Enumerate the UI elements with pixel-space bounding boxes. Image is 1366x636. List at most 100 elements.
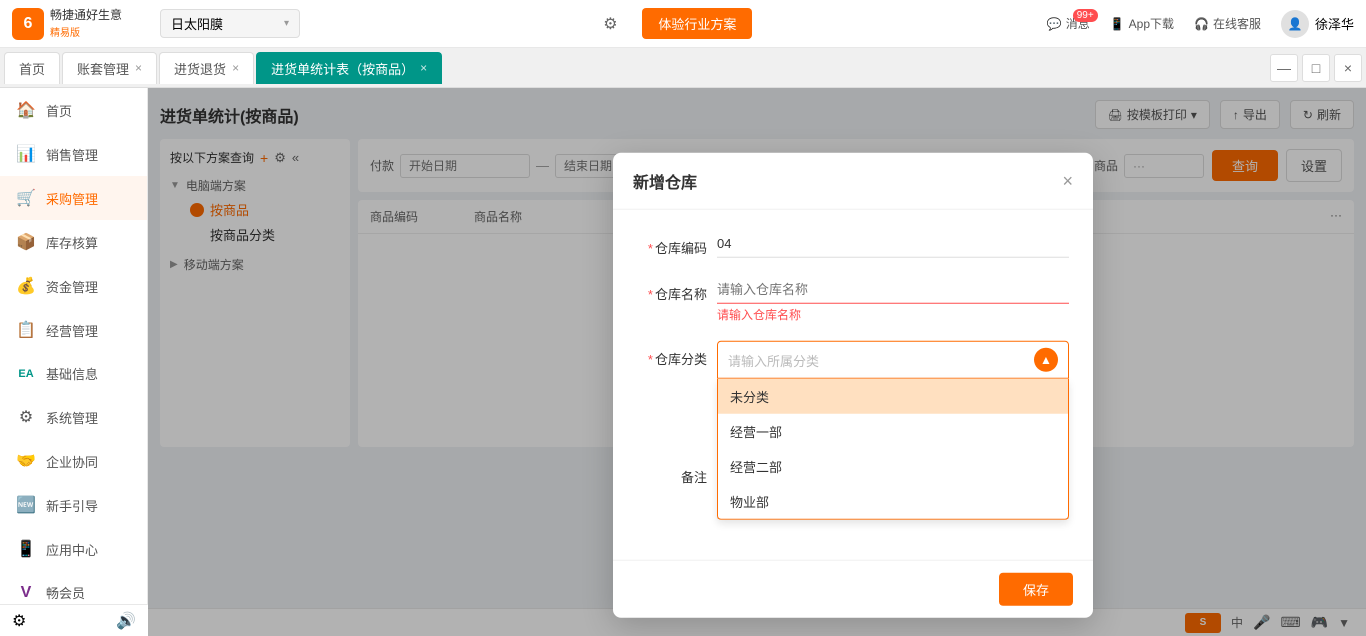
home-icon: 🏠 — [16, 100, 36, 120]
warehouse-category-field: 请输入所属分类 ▲ 未分类 经营一部 经营二部 物业部 — [717, 341, 1069, 379]
tab-maximize-button[interactable]: □ — [1302, 54, 1330, 82]
warehouse-category-selector[interactable]: 请输入所属分类 ▲ — [717, 341, 1069, 379]
sidebar-item-basic-info[interactable]: EA 基础信息 — [0, 352, 147, 395]
app-icon: 📱 — [1110, 17, 1125, 31]
service-label: 在线客服 — [1213, 15, 1261, 32]
sidebar-bottom: ⚙ 🔊 — [0, 604, 148, 636]
tab-home[interactable]: 首页 — [4, 52, 60, 84]
tab-purchase-stats-close[interactable]: × — [420, 61, 427, 75]
message-icon: 💬 — [1047, 17, 1062, 31]
warehouse-name-field: 请输入仓库名称 — [717, 276, 1069, 323]
dropdown-item-dept1[interactable]: 经营一部 — [718, 414, 1068, 449]
headset-icon: 🎧 — [1194, 17, 1209, 31]
sidebar-item-inventory[interactable]: 📦 库存核算 — [0, 220, 147, 264]
warehouse-name-label: *仓库名称 — [637, 276, 717, 303]
dialog-header: 新增仓库 × — [613, 153, 1093, 210]
inventory-icon: 📦 — [16, 232, 36, 252]
warehouse-code-label: *仓库编码 — [637, 230, 717, 257]
sidebar-item-purchase[interactable]: 🛒 采购管理 — [0, 176, 147, 220]
save-button[interactable]: 保存 — [999, 573, 1073, 606]
main-layout: 🏠 首页 📊 销售管理 🛒 采购管理 📦 库存核算 💰 资金管理 📋 经营管理 … — [0, 88, 1366, 636]
warehouse-note-label: 备注 — [637, 459, 717, 486]
system-icon: ⚙ — [16, 407, 36, 427]
sidebar: 🏠 首页 📊 销售管理 🛒 采购管理 📦 库存核算 💰 资金管理 📋 经营管理 … — [0, 88, 148, 636]
top-header: 6 畅捷通好生意 精易版 日太阳膜 ▾ ⚙ 体验行业方案 💬 消息 99+ 📱 … — [0, 0, 1366, 48]
user-area[interactable]: 👤 徐泽华 — [1281, 10, 1354, 38]
sidebar-item-home-label: 首页 — [46, 101, 72, 120]
new-warehouse-dialog: 新增仓库 × *仓库编码 *仓库名称 — [613, 153, 1093, 618]
store-selector[interactable]: 日太阳膜 ▾ — [160, 9, 300, 38]
tab-minimize-button[interactable]: — — [1270, 54, 1298, 82]
sidebar-item-operations[interactable]: 📋 经营管理 — [0, 308, 147, 352]
tab-purchase-return-close[interactable]: × — [232, 61, 239, 75]
dialog-footer: 保存 — [613, 560, 1093, 618]
finance-icon: 💰 — [16, 276, 36, 296]
category-up-arrow[interactable]: ▲ — [1034, 348, 1058, 372]
warehouse-code-field — [717, 230, 1069, 258]
sidebar-item-finance[interactable]: 💰 资金管理 — [0, 264, 147, 308]
dropdown-item-dept2[interactable]: 经营二部 — [718, 449, 1068, 484]
sidebar-item-enterprise[interactable]: 🤝 企业协同 — [0, 439, 147, 483]
settings-icon-bottom[interactable]: ⚙ — [12, 611, 26, 631]
warehouse-category-label: *仓库分类 — [637, 341, 717, 368]
purchase-icon: 🛒 — [16, 188, 36, 208]
chevron-down-icon: ▾ — [284, 18, 289, 29]
sidebar-item-guide[interactable]: 🆕 新手引导 — [0, 483, 147, 527]
store-name: 日太阳膜 — [171, 14, 223, 33]
sidebar-item-vip-label: 畅会员 — [46, 583, 85, 602]
tab-purchase-stats-label: 进货单统计表（按商品） — [271, 59, 414, 78]
tab-account-label: 账套管理 — [77, 59, 129, 78]
logo-area: 6 畅捷通好生意 精易版 — [12, 8, 160, 40]
sidebar-item-home[interactable]: 🏠 首页 — [0, 88, 147, 132]
tab-home-label: 首页 — [19, 59, 45, 78]
sidebar-item-system[interactable]: ⚙ 系统管理 — [0, 395, 147, 439]
warehouse-name-error: 请输入仓库名称 — [717, 306, 1069, 323]
sidebar-item-basic-info-label: 基础信息 — [46, 364, 98, 383]
dialog-title: 新增仓库 — [633, 169, 697, 193]
sidebar-item-app-center[interactable]: 📱 应用中心 — [0, 527, 147, 571]
logo-sub: 精易版 — [50, 24, 122, 39]
dropdown-item-uncategorized[interactable]: 未分类 — [718, 379, 1068, 414]
sidebar-item-system-label: 系统管理 — [46, 408, 98, 427]
sidebar-item-sales-label: 销售管理 — [46, 145, 98, 164]
header-right: 💬 消息 99+ 📱 App下载 🎧 在线客服 👤 徐泽华 — [1047, 10, 1354, 38]
tab-purchase-stats[interactable]: 进货单统计表（按商品） × — [256, 52, 442, 84]
online-service-button[interactable]: 🎧 在线客服 — [1194, 15, 1261, 32]
app-label: App下载 — [1129, 15, 1174, 32]
tab-bar: 首页 账套管理 × 进货退货 × 进货单统计表（按商品） × — □ × — [0, 48, 1366, 88]
category-dropdown: 未分类 经营一部 经营二部 物业部 — [717, 379, 1069, 520]
volume-icon[interactable]: 🔊 — [116, 611, 136, 631]
basic-info-icon: EA — [16, 368, 36, 380]
app-download-button[interactable]: 📱 App下载 — [1110, 15, 1174, 32]
warehouse-code-input[interactable] — [717, 230, 1069, 258]
tab-purchase-return[interactable]: 进货退货 × — [159, 52, 254, 84]
sidebar-item-enterprise-label: 企业协同 — [46, 452, 98, 471]
message-badge: 99+ — [1073, 9, 1098, 22]
tab-controls: — □ × — [1270, 54, 1362, 82]
user-avatar: 👤 — [1281, 10, 1309, 38]
warehouse-name-input[interactable] — [717, 276, 1069, 304]
sales-icon: 📊 — [16, 144, 36, 164]
sidebar-item-inventory-label: 库存核算 — [46, 233, 98, 252]
tab-account-close[interactable]: × — [135, 61, 142, 75]
settings-button[interactable]: ⚙ — [594, 8, 626, 40]
category-placeholder: 请输入所属分类 — [728, 350, 819, 369]
sidebar-item-app-center-label: 应用中心 — [46, 540, 98, 559]
tab-close-all-button[interactable]: × — [1334, 54, 1362, 82]
dialog-close-button[interactable]: × — [1062, 172, 1073, 190]
sidebar-item-sales[interactable]: 📊 销售管理 — [0, 132, 147, 176]
header-actions: ⚙ 体验行业方案 — [594, 8, 752, 40]
app-center-icon: 📱 — [16, 539, 36, 559]
tab-account[interactable]: 账套管理 × — [62, 52, 157, 84]
sidebar-item-operations-label: 经营管理 — [46, 321, 98, 340]
warehouse-name-row: *仓库名称 请输入仓库名称 — [637, 276, 1069, 323]
sidebar-item-finance-label: 资金管理 — [46, 277, 98, 296]
message-button[interactable]: 💬 消息 99+ — [1047, 15, 1090, 32]
guide-icon: 🆕 — [16, 495, 36, 515]
dropdown-item-property[interactable]: 物业部 — [718, 484, 1068, 519]
logo-text: 畅捷通好生意 — [50, 8, 122, 24]
trial-button[interactable]: 体验行业方案 — [642, 8, 752, 39]
dialog-body: *仓库编码 *仓库名称 请输入仓库名称 — [613, 210, 1093, 560]
warehouse-code-row: *仓库编码 — [637, 230, 1069, 258]
up-arrow-icon: ▲ — [1040, 353, 1052, 367]
